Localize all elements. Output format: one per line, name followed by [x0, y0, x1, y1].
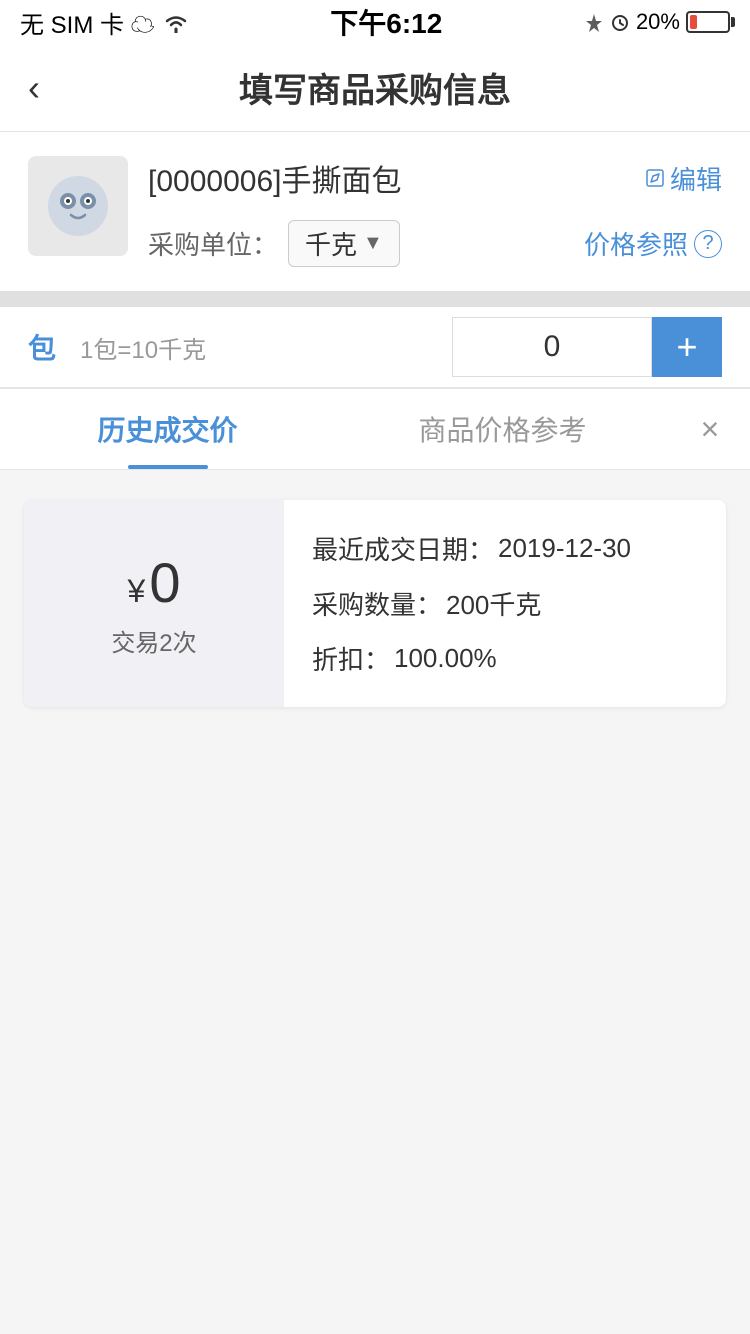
alarm-icon — [610, 12, 630, 32]
tab-history-price[interactable]: 历史成交价 — [0, 389, 335, 469]
price-value: 0 — [149, 550, 180, 615]
transaction-price: ¥ 0 — [128, 550, 181, 615]
product-name: [0000006]手撕面包 — [148, 156, 401, 200]
quantity-input[interactable]: 0 — [452, 317, 652, 377]
quantity-conversion-label: 1包=10千克 — [80, 330, 206, 365]
edit-button[interactable]: 编辑 — [644, 160, 722, 197]
currency-symbol: ¥ — [128, 573, 146, 610]
unit-select[interactable]: 千克 ▼ — [288, 220, 400, 267]
wifi-icon — [163, 11, 189, 33]
status-left: 无 SIM 卡 ☁ — [20, 5, 189, 40]
status-right: 20% — [584, 9, 730, 35]
chevron-down-icon: ▼ — [363, 232, 383, 255]
sim-label: 无 SIM 卡 ☁ — [20, 5, 155, 40]
tab-product-price[interactable]: 商品价格参考 — [335, 389, 670, 469]
edit-icon — [644, 167, 666, 189]
back-button[interactable]: ‹ — [28, 67, 40, 109]
main-content: ¥ 0 交易2次 最近成交日期： 2019-12-30 采购数量： 200千克 … — [0, 470, 750, 1070]
quantity-control: 0 + — [452, 317, 722, 377]
section-divider — [0, 291, 750, 307]
help-icon: ? — [694, 230, 722, 258]
quantity-plus-button[interactable]: + — [652, 317, 722, 377]
transaction-card: ¥ 0 交易2次 最近成交日期： 2019-12-30 采购数量： 200千克 … — [24, 500, 726, 707]
transaction-summary: ¥ 0 交易2次 — [24, 500, 284, 707]
tab-active-indicator — [128, 465, 208, 469]
product-card: [0000006]手撕面包 编辑 采购单位： 千克 ▼ 价格参照 ? — [0, 132, 750, 291]
detail-row-date: 最近成交日期： 2019-12-30 — [312, 530, 698, 567]
status-time: 下午6:12 — [330, 2, 442, 42]
status-bar: 无 SIM 卡 ☁ 下午6:12 20% — [0, 0, 750, 44]
location-icon — [584, 12, 604, 32]
transaction-count: 交易2次 — [111, 623, 196, 658]
unit-label: 采购单位： — [148, 225, 278, 262]
product-thumbnail — [28, 156, 128, 256]
quantity-unit-label: 包 — [28, 327, 56, 367]
quantity-row: 包 1包=10千克 0 + — [0, 307, 750, 387]
battery-icon — [686, 11, 730, 33]
nav-bar: ‹ 填写商品采购信息 — [0, 44, 750, 132]
transaction-details: 最近成交日期： 2019-12-30 采购数量： 200千克 折扣： 100.0… — [284, 500, 726, 707]
product-logo — [43, 171, 113, 241]
detail-row-quantity: 采购数量： 200千克 — [312, 585, 698, 622]
product-header: [0000006]手撕面包 编辑 — [148, 156, 722, 200]
price-reference-button[interactable]: 价格参照 ? — [584, 225, 722, 262]
product-unit-row: 采购单位： 千克 ▼ 价格参照 ? — [148, 220, 722, 267]
product-info: [0000006]手撕面包 编辑 采购单位： 千克 ▼ 价格参照 ? — [148, 156, 722, 267]
tab-close-button[interactable]: × — [670, 389, 750, 469]
tabs-container: 历史成交价 商品价格参考 × — [0, 389, 750, 470]
page-title: 填写商品采购信息 — [239, 63, 511, 112]
detail-row-discount: 折扣： 100.00% — [312, 640, 698, 677]
battery-percent: 20% — [636, 9, 680, 35]
